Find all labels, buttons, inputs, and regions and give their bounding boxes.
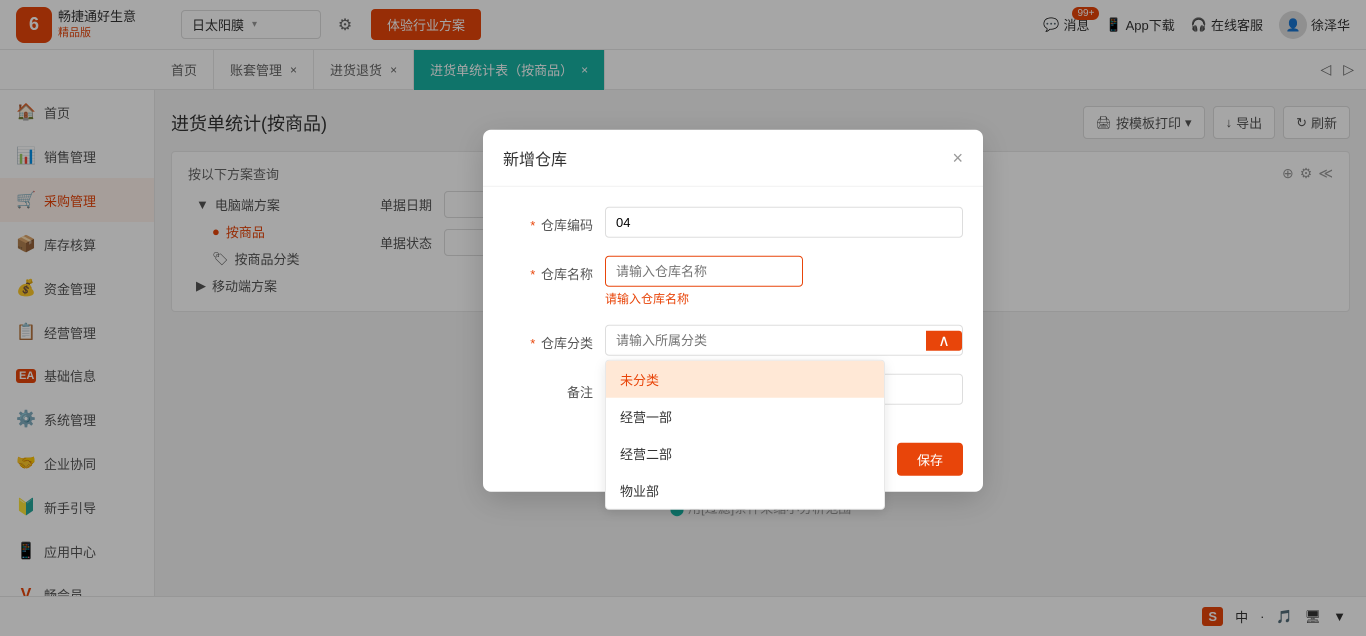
category-dropdown: 未分类 经营一部 经营二部 物业部 [605, 360, 885, 510]
warehouse-remark-label: 备注 [503, 374, 593, 401]
modal-header: 新增仓库 × [483, 130, 983, 187]
warehouse-code-input[interactable] [605, 207, 963, 238]
warehouse-code-label: * 仓库编码 [503, 207, 593, 234]
warehouse-name-error: 请输入仓库名称 [605, 290, 963, 307]
warehouse-name-input[interactable] [605, 256, 803, 287]
category-input-wrapper: ∧ [605, 325, 963, 356]
dropdown-option-dept2[interactable]: 经营二部 [606, 435, 884, 472]
warehouse-name-row: * 仓库名称 请输入仓库名称 [503, 256, 963, 307]
warehouse-name-field-wrapper: 请输入仓库名称 [605, 256, 963, 307]
warehouse-category-row: * 仓库分类 ∧ 未分类 经营一部 经营二部 物业部 [503, 325, 963, 356]
category-chevron-icon[interactable]: ∧ [926, 330, 962, 350]
dropdown-option-uncategorized[interactable]: 未分类 [606, 361, 884, 398]
dropdown-option-property[interactable]: 物业部 [606, 472, 884, 509]
add-warehouse-modal: 新增仓库 × * 仓库编码 * 仓库名称 请输入仓库名称 * [483, 130, 983, 492]
category-input[interactable] [606, 326, 926, 355]
modal-title: 新增仓库 [503, 146, 567, 170]
warehouse-category-label: * 仓库分类 [503, 325, 593, 352]
save-button[interactable]: 保存 [897, 443, 963, 476]
modal-close-button[interactable]: × [952, 147, 963, 168]
modal-body: * 仓库编码 * 仓库名称 请输入仓库名称 * 仓库分类 [483, 187, 983, 433]
warehouse-code-row: * 仓库编码 [503, 207, 963, 238]
warehouse-name-label: * 仓库名称 [503, 256, 593, 283]
dropdown-option-dept1[interactable]: 经营一部 [606, 398, 884, 435]
